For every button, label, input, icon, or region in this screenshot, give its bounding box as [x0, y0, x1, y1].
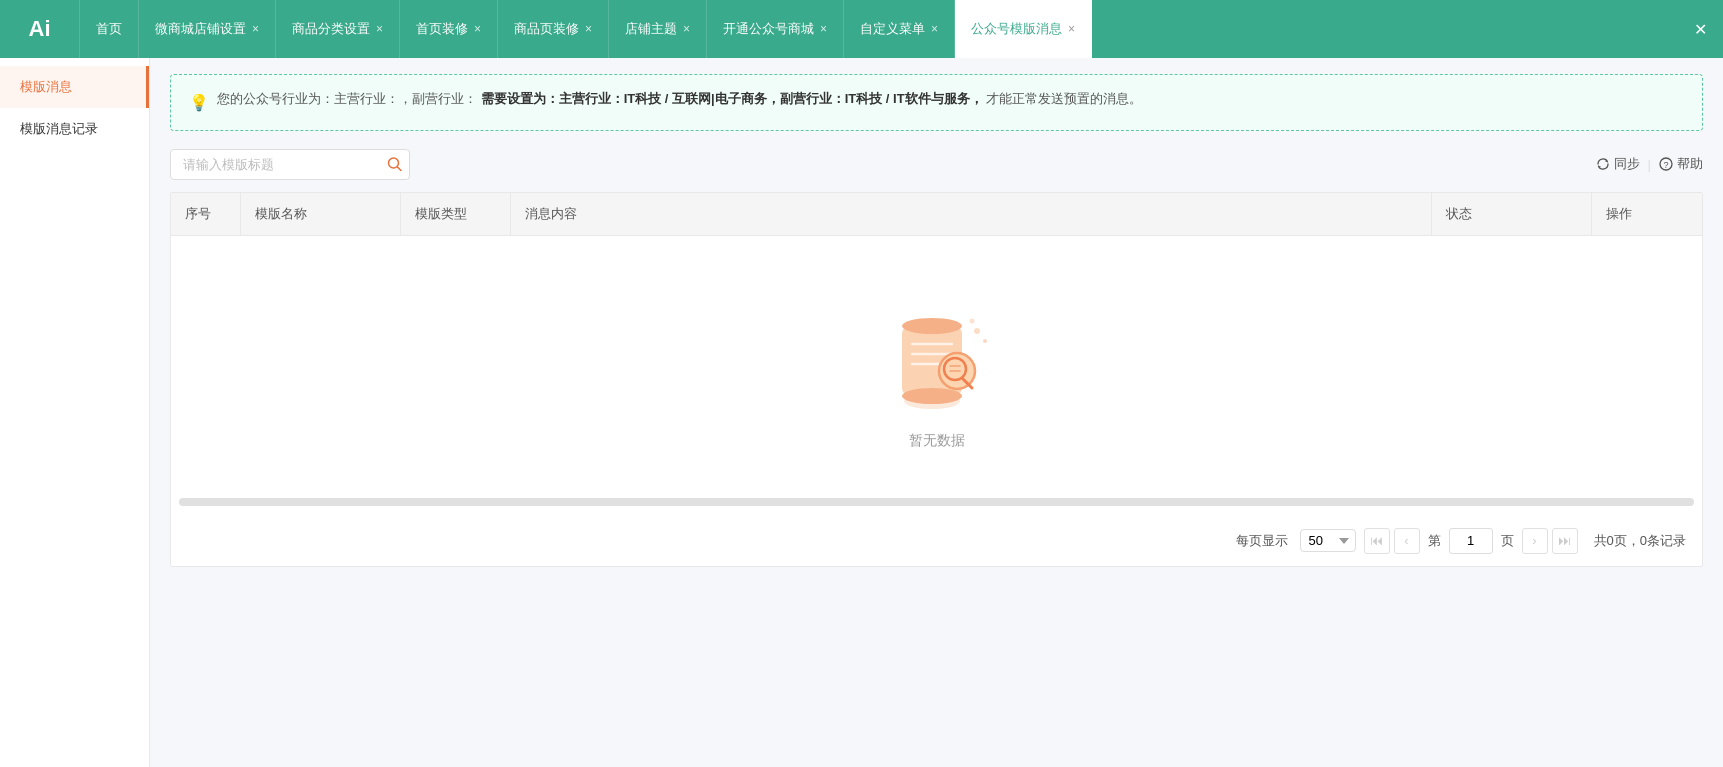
data-table: 序号 模版名称 模版类型 消息内容 状态 操作: [170, 192, 1703, 567]
col-name: 模版名称: [241, 193, 401, 235]
prev-page-button[interactable]: ‹: [1394, 528, 1420, 554]
col-content: 消息内容: [511, 193, 1432, 235]
help-icon: ?: [1659, 157, 1673, 171]
toolbar-divider: |: [1648, 157, 1651, 172]
sidebar-item-template-msg[interactable]: 模版消息: [0, 66, 149, 108]
close-tab-product-decor[interactable]: ×: [585, 23, 592, 35]
notice-prefix: 您的公众号行业为：主营行业：，副营行业：: [217, 91, 477, 106]
tab-template-msg[interactable]: 公众号模版消息 ×: [955, 0, 1092, 58]
tab-shop-theme[interactable]: 店铺主题 ×: [609, 0, 707, 58]
page-input[interactable]: [1449, 528, 1493, 554]
svg-point-17: [983, 339, 987, 343]
tab-custom-menu-label: 自定义菜单: [860, 20, 925, 38]
search-bar: 同步 | ? 帮助: [170, 149, 1703, 180]
tab-custom-menu[interactable]: 自定义菜单 ×: [844, 0, 955, 58]
notice-text: 您的公众号行业为：主营行业：，副营行业： 需要设置为：主营行业：IT科技 / 互…: [217, 89, 1142, 110]
tab-category-settings-label: 商品分类设置: [292, 20, 370, 38]
sidebar-item-template-msg-record-label: 模版消息记录: [20, 121, 98, 136]
table-header: 序号 模版名称 模版类型 消息内容 状态 操作: [171, 193, 1702, 236]
empty-state: 暂无数据: [171, 236, 1702, 490]
tab-open-wechat[interactable]: 开通公众号商城 ×: [707, 0, 844, 58]
svg-text:?: ?: [1663, 160, 1668, 170]
svg-line-1: [398, 167, 402, 171]
close-all-tabs-button[interactable]: ✕: [1678, 20, 1723, 39]
sync-label: 同步: [1614, 155, 1640, 173]
col-index: 序号: [171, 193, 241, 235]
svg-point-18: [969, 318, 974, 323]
notice-banner: 💡 您的公众号行业为：主营行业：，副营行业： 需要设置为：主营行业：IT科技 /…: [170, 74, 1703, 131]
tab-shop-settings-label: 微商城店铺设置: [155, 20, 246, 38]
sidebar-item-template-msg-record[interactable]: 模版消息记录: [0, 108, 149, 150]
last-page-button[interactable]: ⏭: [1552, 528, 1578, 554]
svg-point-7: [902, 388, 962, 404]
page-di-label: 第: [1428, 532, 1441, 550]
tab-category-settings[interactable]: 商品分类设置 ×: [276, 0, 400, 58]
col-status: 状态: [1432, 193, 1592, 235]
help-button[interactable]: ? 帮助: [1659, 155, 1703, 173]
next-page-button[interactable]: ›: [1522, 528, 1548, 554]
app-logo: Ai: [0, 0, 80, 58]
col-type: 模版类型: [401, 193, 511, 235]
per-page-label: 每页显示: [1236, 532, 1288, 550]
close-tab-shop-theme[interactable]: ×: [683, 23, 690, 35]
tab-product-decor-label: 商品页装修: [514, 20, 579, 38]
toolbar-right: 同步 | ? 帮助: [1596, 155, 1703, 173]
close-tab-category-settings[interactable]: ×: [376, 23, 383, 35]
pagination: 每页显示 10 20 50 100 ⏮ ‹ 第 页 › ⏭ 共0页，0条记录: [171, 518, 1702, 566]
sync-icon: [1596, 157, 1610, 171]
notice-highlight: 需要设置为：主营行业：IT科技 / 互联网|电子商务，副营行业：IT科技 / I…: [481, 91, 983, 106]
help-label: 帮助: [1677, 155, 1703, 173]
tab-home-label: 首页: [96, 20, 122, 38]
search-button[interactable]: [387, 157, 402, 172]
close-tab-custom-menu[interactable]: ×: [931, 23, 938, 35]
page-nav: ⏮ ‹ 第 页 › ⏭: [1364, 528, 1578, 554]
tab-homepage-decor[interactable]: 首页装修 ×: [400, 0, 498, 58]
horizontal-scrollbar[interactable]: [171, 498, 1702, 518]
total-label: 共0页，0条记录: [1594, 532, 1686, 550]
tab-template-msg-label: 公众号模版消息: [971, 20, 1062, 38]
notice-icon: 💡: [189, 90, 209, 116]
empty-text: 暂无数据: [909, 432, 965, 450]
close-tab-homepage-decor[interactable]: ×: [474, 23, 481, 35]
close-tab-open-wechat[interactable]: ×: [820, 23, 827, 35]
tab-shop-settings[interactable]: 微商城店铺设置 ×: [139, 0, 276, 58]
col-actions: 操作: [1592, 193, 1702, 235]
empty-illustration: [877, 296, 997, 416]
main-layout: 模版消息 模版消息记录 💡 您的公众号行业为：主营行业：，副营行业： 需要设置为…: [0, 58, 1723, 767]
notice-suffix: 才能正常发送预置的消息。: [986, 91, 1142, 106]
close-tab-template-msg[interactable]: ×: [1068, 23, 1075, 35]
tab-shop-theme-label: 店铺主题: [625, 20, 677, 38]
search-input[interactable]: [170, 149, 410, 180]
page-label: 页: [1501, 532, 1514, 550]
tab-homepage-decor-label: 首页装修: [416, 20, 468, 38]
sync-button[interactable]: 同步: [1596, 155, 1640, 173]
sidebar: 模版消息 模版消息记录: [0, 58, 150, 767]
main-content: 💡 您的公众号行业为：主营行业：，副营行业： 需要设置为：主营行业：IT科技 /…: [150, 58, 1723, 767]
close-tab-shop-settings[interactable]: ×: [252, 23, 259, 35]
search-input-wrap: [170, 149, 410, 180]
top-nav: Ai 首页 微商城店铺设置 × 商品分类设置 × 首页装修 × 商品页装修 × …: [0, 0, 1723, 58]
tab-product-decor[interactable]: 商品页装修 ×: [498, 0, 609, 58]
svg-point-16: [974, 328, 980, 334]
svg-point-6: [902, 318, 962, 334]
first-page-button[interactable]: ⏮: [1364, 528, 1390, 554]
sidebar-item-template-msg-label: 模版消息: [20, 79, 72, 94]
tab-open-wechat-label: 开通公众号商城: [723, 20, 814, 38]
search-icon: [387, 157, 402, 172]
tab-home[interactable]: 首页: [80, 0, 139, 58]
per-page-select[interactable]: 10 20 50 100: [1300, 529, 1356, 552]
